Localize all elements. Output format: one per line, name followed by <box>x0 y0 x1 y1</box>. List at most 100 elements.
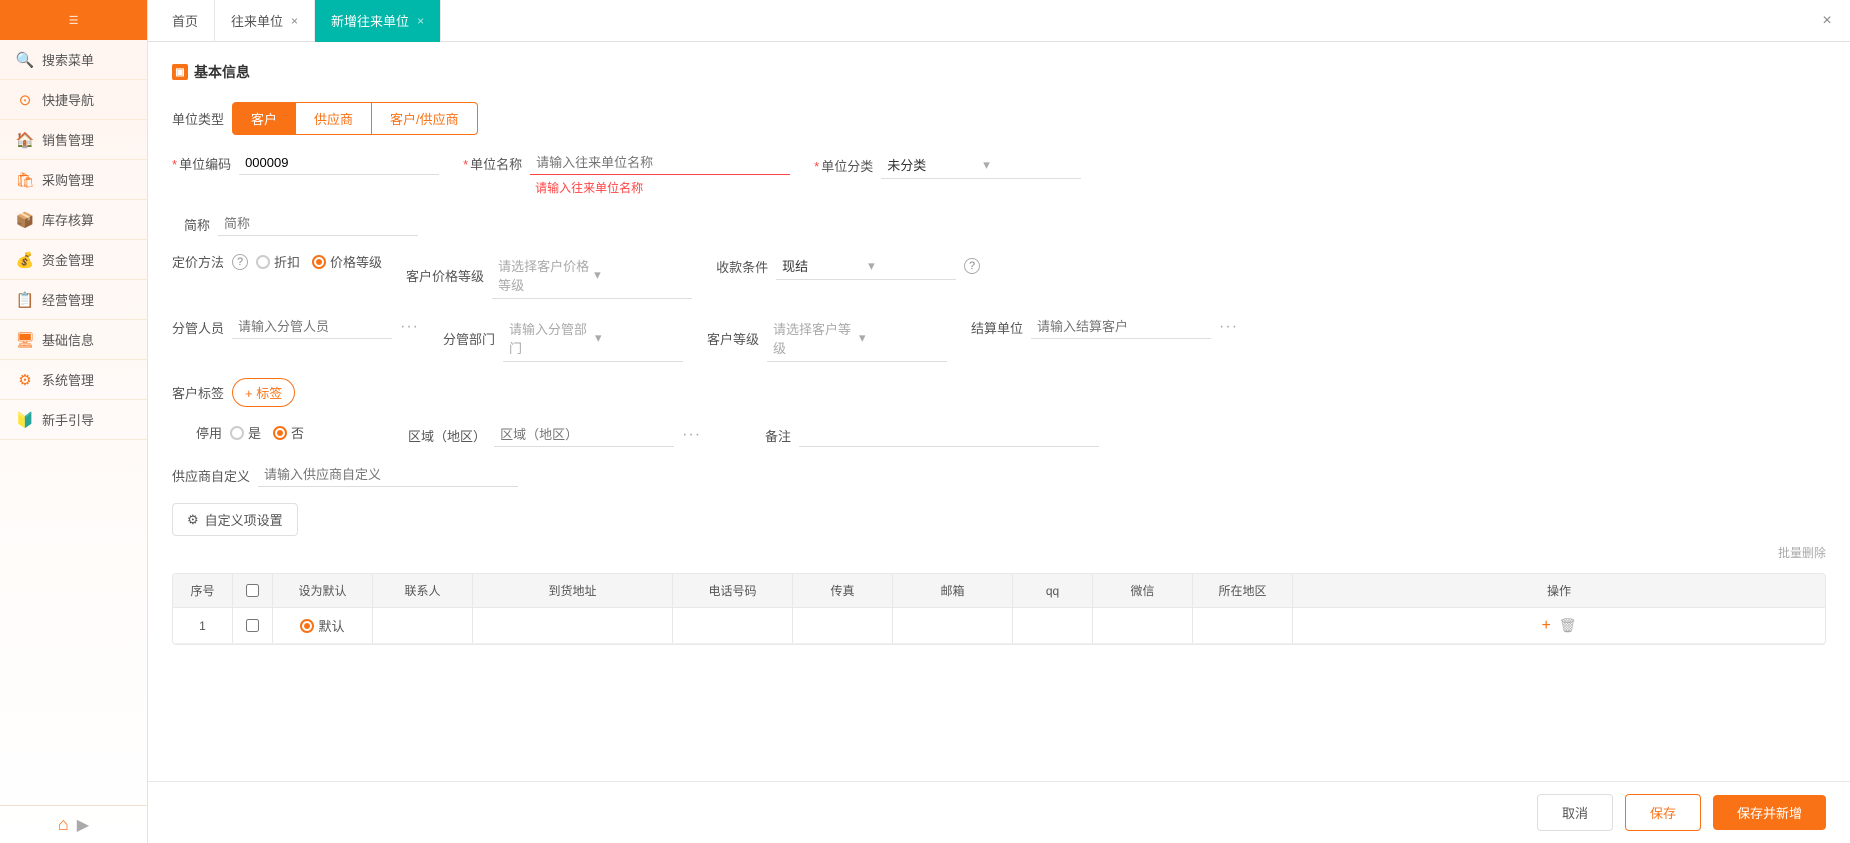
row-wechat-input[interactable] <box>1103 619 1182 633</box>
sidebar-item-basic[interactable]: 🖥 基础信息 <box>0 320 147 360</box>
row-tel[interactable] <box>673 608 793 643</box>
custom-settings-button[interactable]: ⚙ 自定义项设置 <box>172 503 298 536</box>
sidebar-expand-icon[interactable]: ▶ <box>77 815 89 835</box>
unit-name-col: *单位名称 请输入往来单位名称 <box>463 151 790 196</box>
sidebar-item-search[interactable]: 🔍 搜索菜单 <box>0 40 147 80</box>
row-qq[interactable] <box>1013 608 1093 643</box>
customer-level-chevron: ▾ <box>859 330 941 346</box>
unit-type-group: 单位类型 客户 供应商 客户/供应商 <box>172 102 478 135</box>
sidebar-item-system[interactable]: ⚙ 系统管理 <box>0 360 147 400</box>
cancel-button[interactable]: 取消 <box>1537 794 1613 831</box>
supplier-custom-input[interactable] <box>258 463 518 487</box>
disable-no-radio[interactable]: 否 <box>273 423 304 442</box>
settlement-unit-dots[interactable]: ··· <box>1219 318 1238 336</box>
row-add-button[interactable]: + <box>1541 617 1550 635</box>
btn-type-customer[interactable]: 客户 <box>232 102 296 135</box>
settlement-unit-group: 结算单位 ··· <box>971 315 1238 339</box>
pricing-help-icon[interactable]: ? <box>232 254 248 270</box>
row-default-radio[interactable]: 默认 <box>300 616 344 635</box>
disable-yes-radio[interactable]: 是 <box>230 423 261 442</box>
row-tel-input[interactable] <box>683 619 782 633</box>
save-button[interactable]: 保存 <box>1625 794 1701 831</box>
pricing-row: 定价方法 ? 折扣 价格等级 客户价格等级 请选择客户价格等级 <box>172 252 1826 299</box>
row-delete-button[interactable]: 🗑 <box>1559 617 1577 634</box>
customer-level-select[interactable]: 请选择客户等级 ▾ <box>767 315 947 362</box>
unit-category-select[interactable]: 未分类 ▾ <box>881 151 1081 179</box>
tabbar-close-button[interactable]: × <box>1812 6 1842 36</box>
unit-code-group: *单位编码 <box>172 151 439 175</box>
col-check[interactable] <box>233 574 273 607</box>
row-email[interactable] <box>893 608 1013 643</box>
tab-new-partner-close[interactable]: × <box>417 14 424 28</box>
sidebar-bottom: ⌂ ▶ <box>0 805 147 843</box>
basic-icon: 🖥 <box>16 331 34 349</box>
payment-terms-label: 收款条件 <box>716 257 768 276</box>
customer-tag-label: 客户标签 <box>172 383 224 402</box>
sidebar-item-inventory[interactable]: 📦 库存核算 <box>0 200 147 240</box>
sidebar-item-purchase-label: 采购管理 <box>42 170 94 189</box>
payment-terms-select[interactable]: 现结 ▾ <box>776 252 956 280</box>
payment-terms-help-icon[interactable]: ? <box>964 258 980 274</box>
row-contact[interactable] <box>373 608 473 643</box>
row-addr[interactable] <box>473 608 673 643</box>
remark-input[interactable] <box>799 423 1099 447</box>
btn-type-supplier[interactable]: 供应商 <box>296 102 372 135</box>
sidebar-item-guide[interactable]: 🔰 新手引导 <box>0 400 147 440</box>
row-contact-input[interactable] <box>383 619 462 633</box>
sidebar-item-finance[interactable]: 💰 资金管理 <box>0 240 147 280</box>
settlement-unit-input[interactable] <box>1031 315 1211 339</box>
sidebar-home-icon[interactable]: ⌂ <box>58 814 69 835</box>
row-addr-input[interactable] <box>483 619 662 633</box>
supervisor-dots[interactable]: ··· <box>400 318 419 336</box>
system-icon: ⚙ <box>16 371 34 389</box>
short-name-input[interactable] <box>218 212 418 236</box>
tab-partners-close[interactable]: × <box>291 14 298 28</box>
tab-home[interactable]: 首页 <box>156 0 215 42</box>
region-group: 区域（地区） ··· <box>408 423 701 447</box>
col-ops: 操作 <box>1293 574 1825 607</box>
row-region-input[interactable] <box>1203 619 1282 633</box>
disable-no-label: 否 <box>291 423 304 442</box>
row-region[interactable] <box>1193 608 1293 643</box>
unit-name-group: *单位名称 <box>463 151 790 175</box>
pricing-level-radio[interactable]: 价格等级 <box>312 252 382 271</box>
row-wechat[interactable] <box>1093 608 1193 643</box>
sidebar-item-operations[interactable]: 📋 经营管理 <box>0 280 147 320</box>
pricing-radio-group: 折扣 价格等级 <box>256 252 382 271</box>
supervisor-label: 分管人员 <box>172 318 224 337</box>
tab-partners[interactable]: 往来单位 × <box>215 0 315 42</box>
supervisor-input[interactable] <box>232 315 392 339</box>
supervisor-row: 分管人员 ··· 分管部门 请输入分管部门 ▾ 客户等级 请选择客户等级 ▾ 结… <box>172 315 1826 362</box>
department-select[interactable]: 请输入分管部门 ▾ <box>503 315 683 362</box>
unit-name-input[interactable] <box>530 151 790 175</box>
pricing-method-label: 定价方法 <box>172 252 224 271</box>
region-dots[interactable]: ··· <box>682 426 701 444</box>
disable-radio-group: 是 否 <box>230 423 304 442</box>
region-input[interactable] <box>494 423 674 447</box>
section-title-text: 基本信息 <box>194 62 250 82</box>
unit-code-input[interactable] <box>239 151 439 175</box>
row-email-input[interactable] <box>903 619 1002 633</box>
btn-type-both[interactable]: 客户/供应商 <box>372 102 478 135</box>
customer-tag-row: 客户标签 + 标签 <box>172 378 1826 407</box>
sidebar-item-quicknav[interactable]: ⊙ 快捷导航 <box>0 80 147 120</box>
add-tag-button[interactable]: + 标签 <box>232 378 295 407</box>
batch-delete-button[interactable]: 批量删除 <box>1778 544 1826 561</box>
pricing-discount-radio[interactable]: 折扣 <box>256 252 300 271</box>
supervisor-group: 分管人员 ··· <box>172 315 419 339</box>
tab-new-partner[interactable]: 新增往来单位 × <box>315 0 441 42</box>
settlement-unit-label: 结算单位 <box>971 318 1023 337</box>
sidebar-item-purchase[interactable]: 🛍 采购管理 <box>0 160 147 200</box>
sidebar-item-sales[interactable]: 🏠 销售管理 <box>0 120 147 160</box>
customer-price-level-select[interactable]: 请选择客户价格等级 ▾ <box>492 252 692 299</box>
customer-level-group: 客户等级 请选择客户等级 ▾ <box>707 315 947 362</box>
save-new-button[interactable]: 保存并新增 <box>1713 795 1826 830</box>
row-checkbox[interactable] <box>246 619 259 632</box>
section-title-icon: ▣ <box>172 64 188 80</box>
header-checkbox[interactable] <box>246 584 259 597</box>
row-qq-input[interactable] <box>1023 619 1082 633</box>
row-check[interactable] <box>233 608 273 643</box>
row-fax[interactable] <box>793 608 893 643</box>
row-fax-input[interactable] <box>803 619 882 633</box>
payment-terms-group: 收款条件 现结 ▾ ? <box>716 252 980 280</box>
